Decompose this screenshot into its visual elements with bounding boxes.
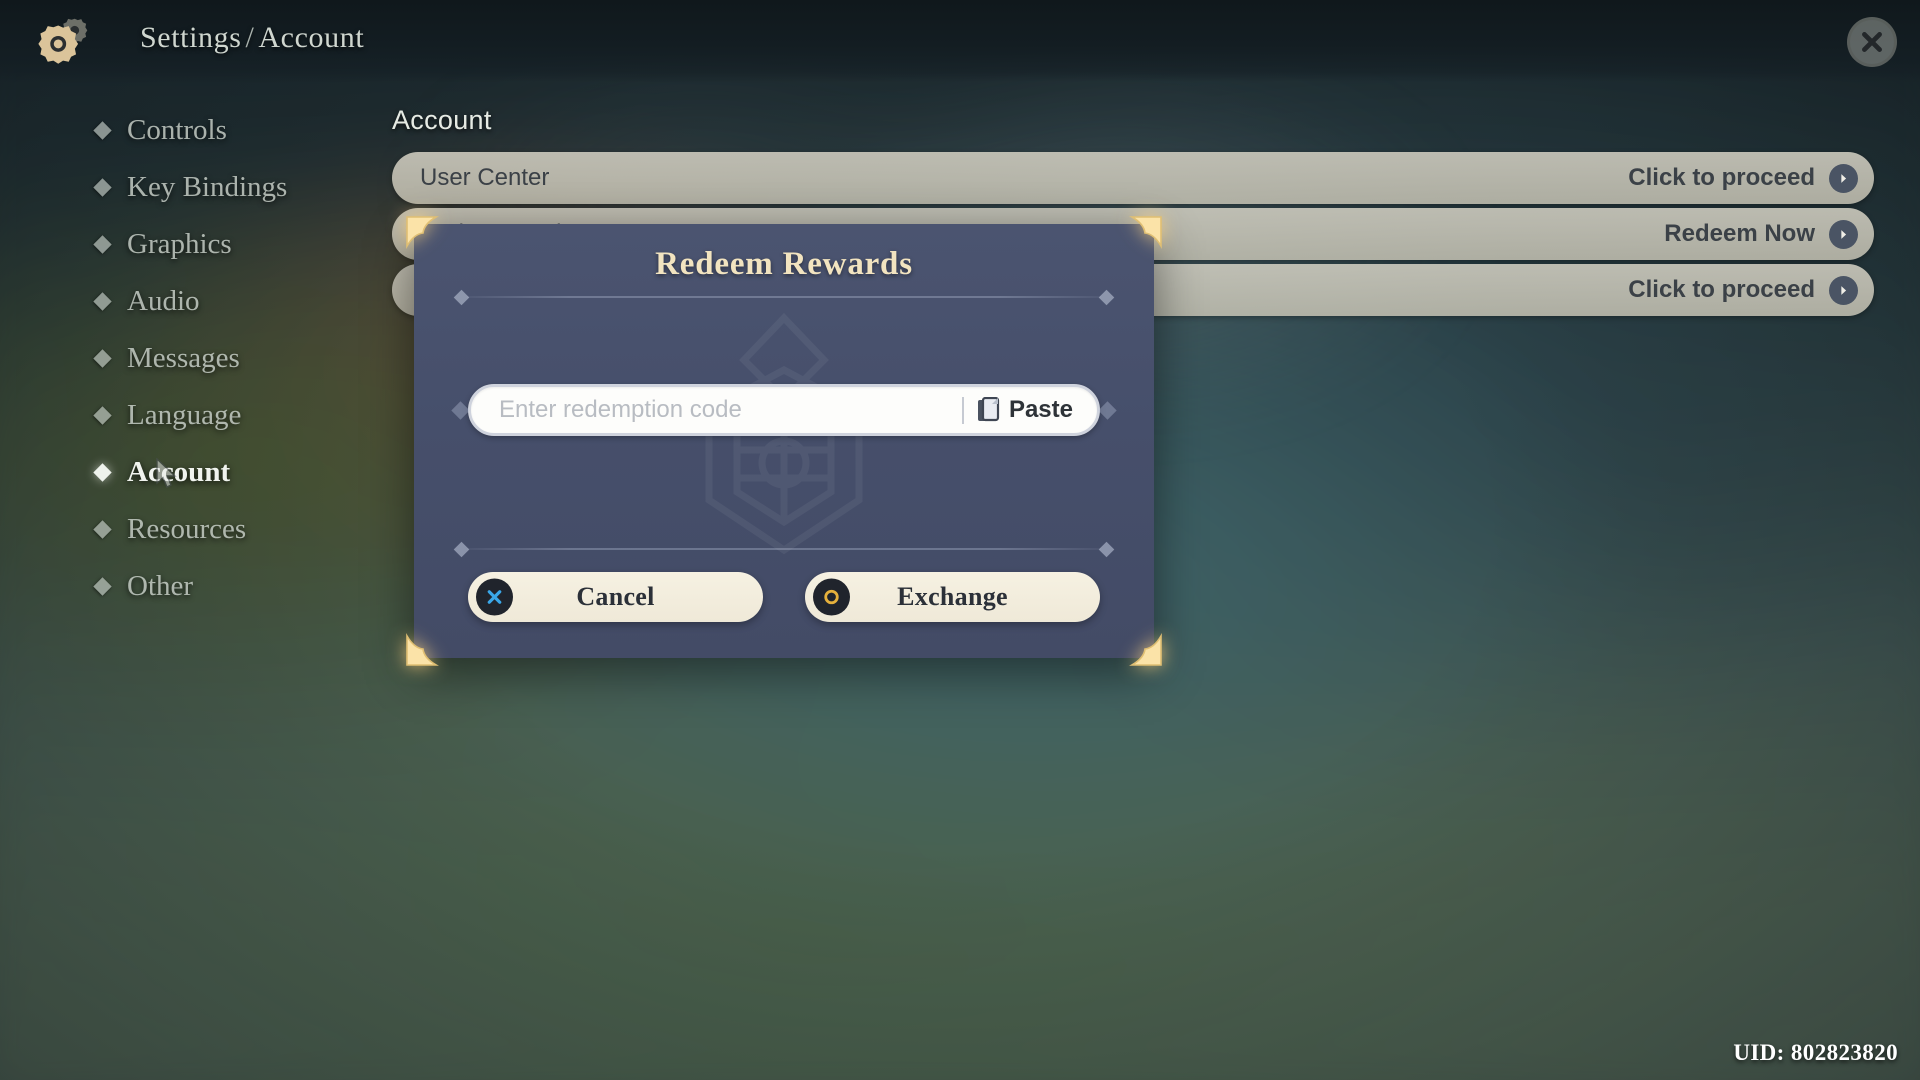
- dialog-action-bar: Cancel Exchange: [468, 572, 1100, 622]
- divider-diamond-icon: [453, 541, 470, 557]
- account-row-action-group: Click to proceed: [1628, 275, 1858, 305]
- clipboard-icon: [977, 397, 1000, 423]
- sidebar-item-controls[interactable]: Controls: [93, 102, 396, 159]
- redemption-code-field[interactable]: Paste: [468, 384, 1100, 436]
- sidebar-item-account[interactable]: Account: [93, 444, 396, 501]
- sidebar-item-key-bindings[interactable]: Key Bindings: [93, 159, 396, 216]
- breadcrumb: Settings / Account: [140, 21, 364, 55]
- paste-button[interactable]: Paste: [977, 396, 1087, 424]
- input-diamond-ornament-icon: [1098, 401, 1117, 420]
- page-title: Account: [392, 105, 492, 135]
- diamond-bullet-icon: [93, 406, 112, 425]
- diamond-bullet-icon: [93, 463, 112, 482]
- divider-diamond-icon: [1098, 289, 1115, 305]
- diamond-bullet-icon: [93, 235, 112, 254]
- sidebar-item-resources[interactable]: Resources: [93, 501, 396, 558]
- divider-diamond-icon: [453, 289, 470, 305]
- paste-label: Paste: [1008, 396, 1073, 423]
- circle-button-icon: [813, 578, 850, 616]
- mouse-cursor-icon: [155, 457, 181, 490]
- close-button[interactable]: [1847, 17, 1897, 67]
- sidebar-item-label: Resources: [127, 513, 247, 545]
- chevron-right-icon[interactable]: [1829, 219, 1858, 249]
- close-icon: [1862, 32, 1882, 52]
- dialog-divider-bottom: [453, 541, 1115, 557]
- divider-diamond-icon: [1098, 541, 1115, 557]
- sidebar-item-language[interactable]: Language: [93, 387, 396, 444]
- sidebar-item-label: Key Bindings: [127, 171, 288, 203]
- account-row-action-group: Click to proceed: [1628, 163, 1858, 193]
- divider-line: [467, 548, 1101, 550]
- gear-icon: [34, 10, 96, 72]
- cross-button-icon: [476, 578, 513, 616]
- diamond-bullet-icon: [93, 292, 112, 311]
- sidebar-item-label: Language: [127, 399, 242, 431]
- chevron-right-icon[interactable]: [1829, 163, 1858, 193]
- sidebar-item-label: Audio: [127, 285, 200, 317]
- chevron-right-icon[interactable]: [1829, 275, 1858, 305]
- diamond-bullet-icon: [93, 349, 112, 368]
- cancel-button[interactable]: Cancel: [468, 572, 763, 622]
- sidebar-item-audio[interactable]: Audio: [93, 273, 396, 330]
- diamond-bullet-icon: [93, 178, 112, 197]
- paste-separator: [961, 396, 964, 424]
- uid-label: UID: 802823820: [1733, 1040, 1898, 1065]
- sidebar-item-other[interactable]: Other: [93, 558, 396, 615]
- diamond-bullet-icon: [93, 577, 112, 596]
- diamond-bullet-icon: [93, 520, 112, 539]
- dialog-title: Redeem Rewards: [655, 246, 913, 282]
- sidebar-item-label: Controls: [127, 114, 227, 146]
- account-row-action-label: Click to proceed: [1628, 164, 1815, 191]
- breadcrumb-current: Account: [258, 21, 365, 54]
- breadcrumb-separator: /: [245, 21, 255, 54]
- exchange-button[interactable]: Exchange: [805, 572, 1100, 622]
- redeem-rewards-dialog: Redeem Rewards Paste: [406, 216, 1162, 666]
- sidebar-item-label: Messages: [127, 342, 240, 374]
- sidebar-item-label: Graphics: [127, 228, 232, 260]
- dialog-divider-top: [453, 289, 1115, 305]
- account-row-label: User Center: [420, 164, 550, 191]
- diamond-bullet-icon: [93, 121, 112, 140]
- account-row-user-center[interactable]: User Center Click to proceed: [392, 152, 1874, 204]
- settings-sidebar: Controls Key Bindings Graphics Audio Mes…: [93, 102, 396, 615]
- redemption-code-input-group: Paste: [451, 384, 1117, 436]
- input-diamond-ornament-icon: [451, 401, 470, 420]
- redemption-code-input[interactable]: [499, 396, 956, 424]
- account-row-action-label: Click to proceed: [1628, 276, 1815, 303]
- sidebar-item-label: Other: [127, 570, 194, 602]
- account-row-action-group: Redeem Now: [1664, 219, 1858, 249]
- top-header-bar: Settings / Account: [0, 0, 1920, 82]
- sidebar-item-messages[interactable]: Messages: [93, 330, 396, 387]
- breadcrumb-root[interactable]: Settings: [140, 21, 241, 54]
- account-row-action-label: Redeem Now: [1664, 220, 1815, 247]
- divider-line: [467, 296, 1101, 298]
- sidebar-item-graphics[interactable]: Graphics: [93, 216, 396, 273]
